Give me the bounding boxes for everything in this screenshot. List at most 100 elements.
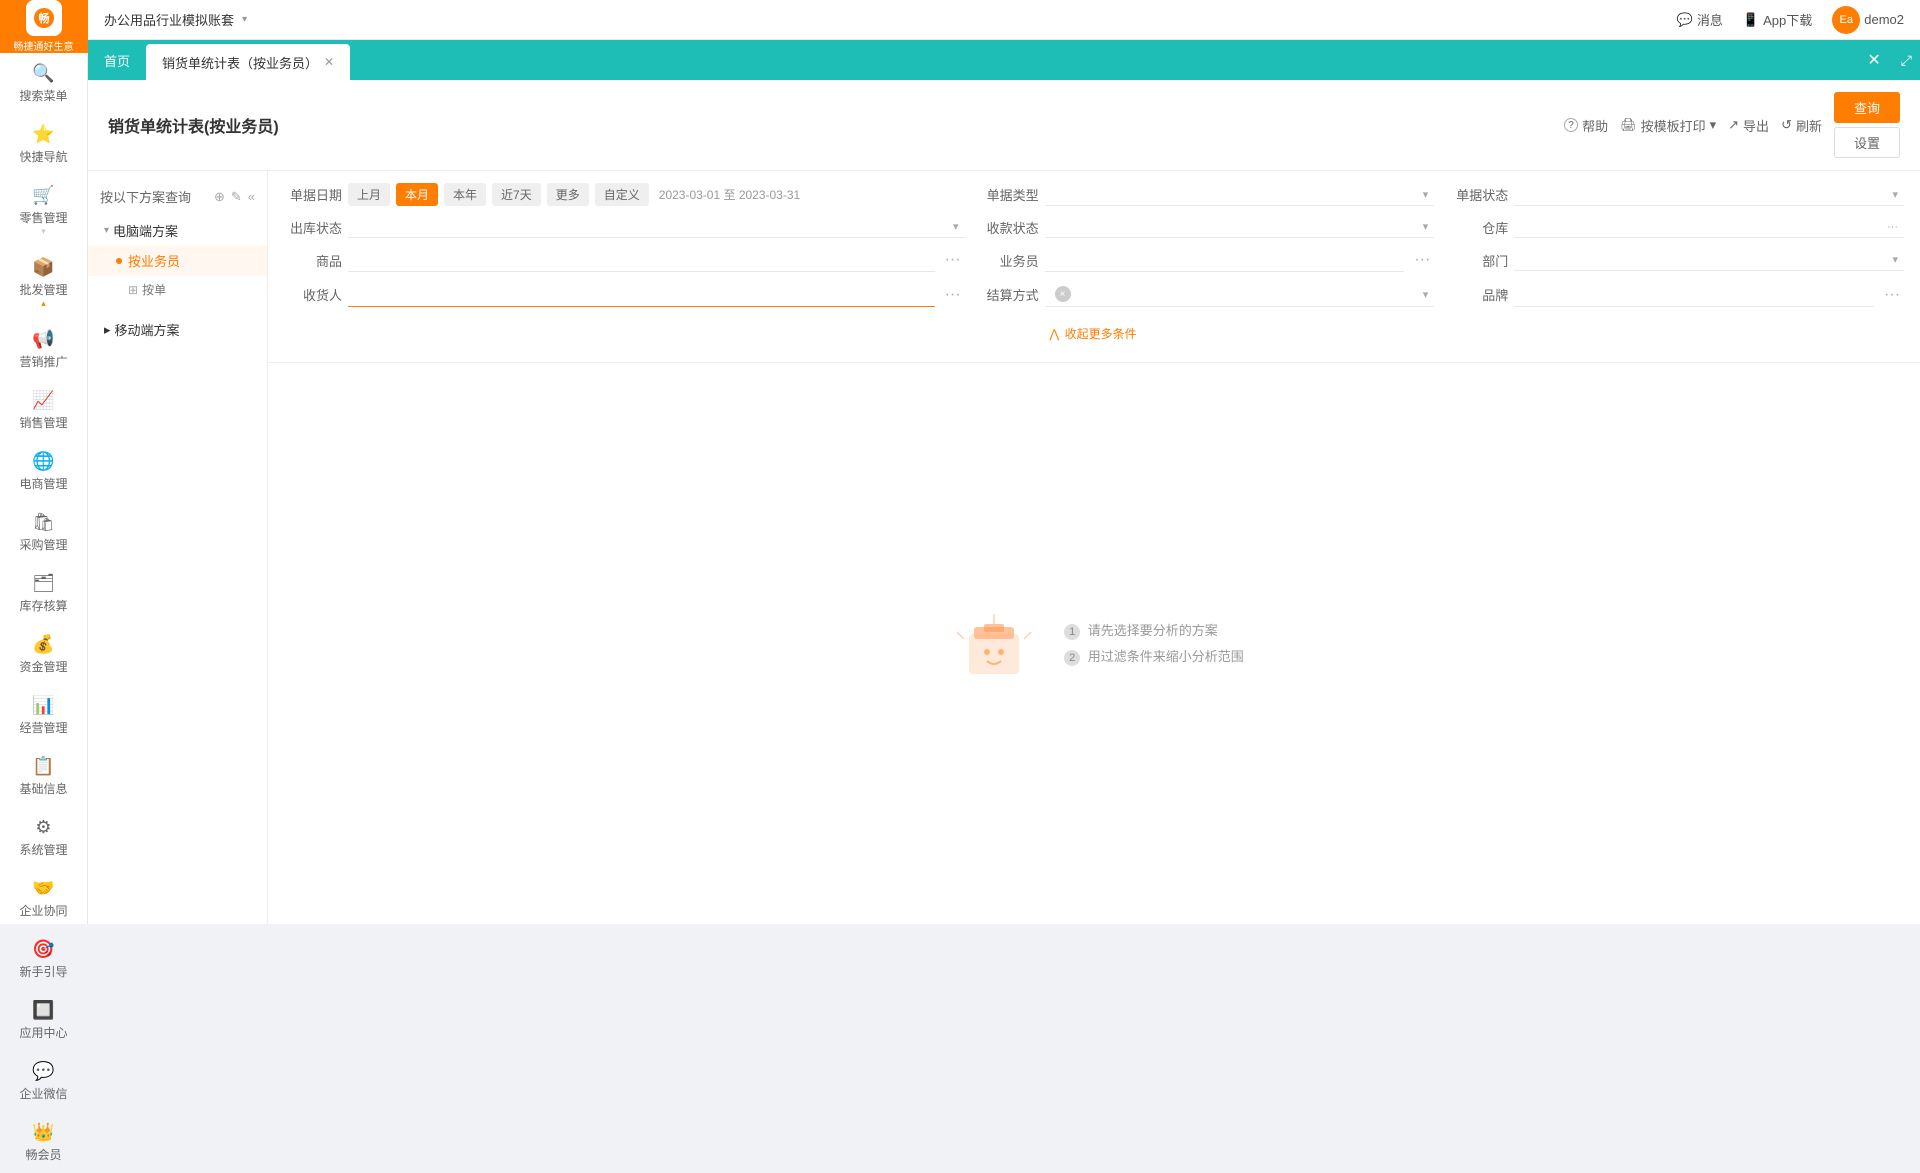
print-template-button[interactable]: 🖨 按模板打印 ▾ <box>1620 116 1716 135</box>
sidebar-item-operations[interactable]: 📊 经营管理 <box>0 685 88 746</box>
payment-select-arrow: ▾ <box>1423 288 1429 301</box>
receiver-input[interactable] <box>348 283 935 307</box>
sidebar-item-sales[interactable]: 📈 销售管理 <box>0 380 88 441</box>
topbar-title: 办公用品行业模拟账套 <box>104 10 234 29</box>
sidebar-item-retail[interactable]: 🛒 零售管理 ▾ <box>0 175 88 247</box>
date-btn-custom[interactable]: 自定义 <box>595 183 649 206</box>
collapse-text: 收起更多条件 <box>1065 327 1137 341</box>
warehouse-select[interactable]: ··· <box>1514 217 1904 238</box>
dept-select[interactable]: ▾ <box>1514 249 1904 271</box>
type-select-arrow: ▾ <box>1423 188 1429 201</box>
sidebar-item-appcenter[interactable]: 🔲 应用中心 <box>0 990 88 1051</box>
query-button[interactable]: 查询 <box>1834 92 1900 123</box>
hint-2-num: 2 <box>1064 650 1080 666</box>
collapse-bar[interactable]: ⋀ 收起更多条件 <box>284 317 1904 350</box>
warehouse-arrow: ··· <box>1887 221 1898 233</box>
sidebar-logo[interactable]: 畅 畅捷通好生意 <box>0 0 88 53</box>
system-icon: ⚙ <box>35 817 51 838</box>
main-area: 办公用品行业模拟账套 ▾ 💬 消息 📱 App下载 Ea demo2 首页 <box>88 0 1920 924</box>
goods-input[interactable] <box>348 248 935 272</box>
sidebar-item-marketing[interactable]: 📢 营销推广 <box>0 319 88 380</box>
receiver-dots[interactable]: ··· <box>941 286 965 304</box>
app-download-button[interactable]: 📱 App下载 <box>1743 10 1812 29</box>
payment-label: 结算方式 <box>981 285 1039 304</box>
lp-item-by-staff[interactable]: 按业务员 <box>88 245 267 276</box>
tab-sales-stat-label: 销货单统计表（按业务员） <box>162 53 318 72</box>
help-button[interactable]: ? 帮助 <box>1564 116 1608 135</box>
lp-section-desktop-header[interactable]: ▾ 电脑端方案 <box>88 216 267 245</box>
hint-1: 1 请先选择要分析的方案 <box>1064 618 1244 644</box>
goods-dots[interactable]: ··· <box>941 251 965 269</box>
status-select[interactable]: ▾ <box>1514 184 1904 206</box>
tab-home-label: 首页 <box>104 51 130 70</box>
payment-select[interactable]: × ▾ <box>1045 282 1435 307</box>
staff-dots[interactable]: ··· <box>1410 251 1434 269</box>
sidebar-item-ecommerce[interactable]: 🌐 电商管理 <box>0 441 88 502</box>
filter-cell-type: 单据类型 ▾ <box>981 184 1435 206</box>
sidebar-item-quick-nav[interactable]: ⭐ 快捷导航 <box>0 114 88 175</box>
sidebar-item-enterprise[interactable]: 🤝 企业协同 <box>0 868 88 929</box>
help-icon: ? <box>1564 118 1578 132</box>
dept-label: 部门 <box>1450 251 1508 270</box>
sidebar-item-newguide[interactable]: 🎯 新手引导 <box>0 929 88 990</box>
svg-text:畅: 畅 <box>38 11 49 25</box>
sidebar: 畅 畅捷通好生意 🔍 搜索菜单 ⭐ 快捷导航 🛒 零售管理 ▾ 📦 批发管理 ▴… <box>0 0 88 924</box>
brand-label: 品牌 <box>1450 285 1508 304</box>
out-status-arrow: ▾ <box>953 220 959 233</box>
lp-edit-icon[interactable]: ✎ <box>231 189 242 205</box>
basic-info-icon: 📋 <box>32 756 54 777</box>
settings-button[interactable]: 设置 <box>1834 127 1900 158</box>
sidebar-item-inventory[interactable]: 🗂 库存核算 <box>0 563 88 624</box>
topbar-right: 💬 消息 📱 App下载 Ea demo2 <box>1677 6 1904 34</box>
export-button[interactable]: ↗ 导出 <box>1728 116 1769 135</box>
sidebar-item-wholesale[interactable]: 📦 批发管理 ▴ <box>0 247 88 319</box>
date-btn-last-month[interactable]: 上月 <box>348 183 390 206</box>
lp-action-icons: ⊕ ✎ « <box>214 189 255 205</box>
page-header: 销货单统计表(按业务员) ? 帮助 🖨 按模板打印 ▾ ↗ 导出 ↺ 刷新 <box>88 80 1920 171</box>
staff-input[interactable] <box>1045 248 1405 272</box>
message-icon: 💬 <box>1677 12 1693 28</box>
sidebar-item-purchase[interactable]: 🛍 采购管理 <box>0 502 88 563</box>
topbar-dropdown-icon[interactable]: ▾ <box>242 14 247 25</box>
content-area: 销货单统计表(按业务员) ? 帮助 🖨 按模板打印 ▾ ↗ 导出 ↺ 刷新 <box>88 80 1920 924</box>
payment-tag-close[interactable]: × <box>1055 286 1071 302</box>
brand-dots[interactable]: ··· <box>1880 286 1904 304</box>
lp-collapse-icon[interactable]: « <box>248 189 255 205</box>
tab-sales-stat[interactable]: 销货单统计表（按业务员） ✕ <box>146 44 350 80</box>
filter-row-2: 出库状态 ▾ 收款状态 ▾ <box>284 216 1904 238</box>
date-btn-7days[interactable]: 近7天 <box>492 183 541 206</box>
tab-maximize-icon[interactable]: ⤢ <box>1893 52 1920 69</box>
tab-window-close-icon[interactable]: ✕ <box>1855 50 1892 70</box>
refresh-button[interactable]: ↺ 刷新 <box>1781 116 1822 135</box>
date-group: 上月 本月 本年 近7天 更多 自定义 2023-03-01 至 2023-03… <box>348 183 965 206</box>
sidebar-item-finance[interactable]: 💰 资金管理 <box>0 624 88 685</box>
tab-close-icon[interactable]: ✕ <box>324 55 334 69</box>
lp-section-mobile-header[interactable]: ▸ 移动端方案 <box>88 315 267 344</box>
sidebar-item-basic-info[interactable]: 📋 基础信息 <box>0 746 88 807</box>
sidebar-item-search[interactable]: 🔍 搜索菜单 <box>0 53 88 114</box>
sidebar-item-system[interactable]: ⚙ 系统管理 <box>0 807 88 868</box>
filter-cell-staff: 业务员 ··· <box>981 248 1435 272</box>
user-menu[interactable]: Ea demo2 <box>1832 6 1904 34</box>
sidebar-item-wechat[interactable]: 💬 企业微信 <box>0 1051 88 1112</box>
grid-icon: ⊞ <box>128 283 138 297</box>
date-btn-this-month[interactable]: 本月 <box>396 183 438 206</box>
active-dot-icon <box>116 258 122 264</box>
goods-label: 商品 <box>284 251 342 270</box>
receipt-status-select[interactable]: ▾ <box>1045 216 1435 238</box>
print-icon: 🖨 <box>1620 117 1637 133</box>
dept-select-arrow: ▾ <box>1892 253 1898 266</box>
date-btn-more[interactable]: 更多 <box>547 183 589 206</box>
message-button[interactable]: 💬 消息 <box>1677 10 1723 29</box>
lp-add-icon[interactable]: ⊕ <box>214 189 225 205</box>
user-avatar: Ea <box>1832 6 1860 34</box>
lp-item-by-order[interactable]: ⊞ 按单 <box>88 276 267 303</box>
out-status-select[interactable]: ▾ <box>348 216 965 238</box>
date-btn-this-year[interactable]: 本年 <box>444 183 486 206</box>
hints-container: 1 请先选择要分析的方案 2 用过滤条件来缩小分析范围 <box>1064 618 1244 670</box>
type-select[interactable]: ▾ <box>1045 184 1435 206</box>
tab-home[interactable]: 首页 <box>88 40 146 80</box>
brand-input[interactable] <box>1514 283 1874 307</box>
sidebar-item-member[interactable]: 👑 畅会员 <box>0 1112 88 1173</box>
lp-section-desktop: ▾ 电脑端方案 按业务员 ⊞ 按单 <box>88 212 267 307</box>
